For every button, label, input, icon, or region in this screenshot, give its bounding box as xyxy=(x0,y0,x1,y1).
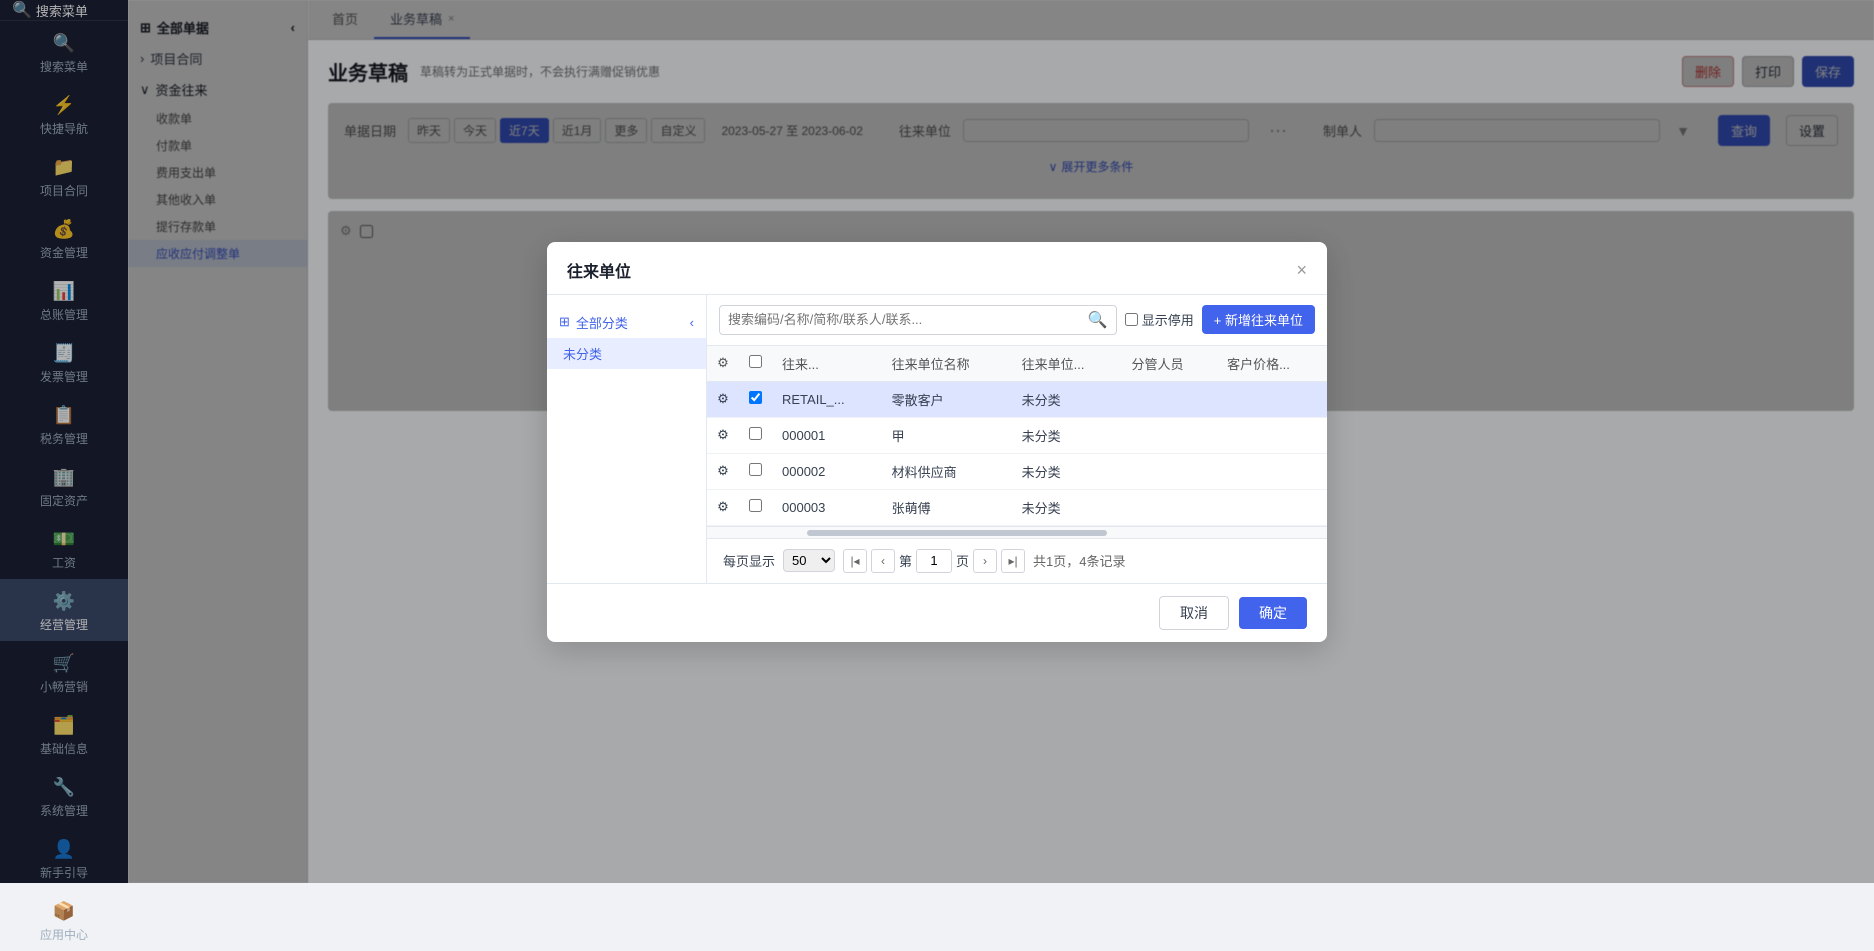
row-name: 张萌傅 xyxy=(882,489,1012,525)
next-page-btn[interactable]: › xyxy=(973,549,997,573)
add-partner-btn[interactable]: + 新增往来单位 xyxy=(1202,305,1315,334)
row-code: 000001 xyxy=(772,417,882,453)
grid-icon-modal: ⊞ xyxy=(559,314,570,330)
col-salesperson-header: 分管人员 xyxy=(1122,346,1218,382)
row-code: RETAIL_... xyxy=(772,381,882,417)
all-categories-btn[interactable]: ⊞ 全部分类 ‹ xyxy=(547,307,706,338)
row-name: 零散客户 xyxy=(882,381,1012,417)
partner-modal: 往来单位 × ⊞ 全部分类 ‹ 未分类 xyxy=(547,242,1327,642)
modal-body: ⊞ 全部分类 ‹ 未分类 🔍 显示停用 xyxy=(547,295,1327,583)
row-check[interactable] xyxy=(739,381,772,417)
row-salesperson xyxy=(1122,381,1218,417)
row-gear: ⚙ xyxy=(707,489,739,525)
page-nav: |◂ ‹ 第 页 › ▸| xyxy=(843,549,1025,573)
modal-close-btn[interactable]: × xyxy=(1296,261,1307,279)
table-row[interactable]: ⚙ 000001 甲 未分类 xyxy=(707,417,1327,453)
category-uncategorized[interactable]: 未分类 xyxy=(547,338,706,369)
col-pricelevel-header: 客户价格... xyxy=(1217,346,1327,382)
table-header-row: ⚙ 往来... 往来单位名称 往来单位... xyxy=(707,346,1327,382)
table-row[interactable]: ⚙ 000002 材料供应商 未分类 xyxy=(707,453,1327,489)
total-info: 共1页，4条记录 xyxy=(1033,551,1125,570)
table-scrollbar[interactable] xyxy=(707,526,1327,538)
row-category: 未分类 xyxy=(1012,417,1122,453)
show-disabled-label: 显示停用 xyxy=(1142,310,1194,329)
row-pricelevel xyxy=(1217,381,1327,417)
col-name-header: 往来单位名称 xyxy=(882,346,1012,382)
row-pricelevel xyxy=(1217,489,1327,525)
table-row[interactable]: ⚙ 000003 张萌傅 未分类 xyxy=(707,489,1327,525)
row-code: 000002 xyxy=(772,453,882,489)
last-page-btn[interactable]: ▸| xyxy=(1001,549,1025,573)
prev-page-btn[interactable]: ‹ xyxy=(871,549,895,573)
modal-header: 往来单位 × xyxy=(547,242,1327,295)
partner-search-input[interactable] xyxy=(728,312,1084,327)
partner-search-wrap: 🔍 xyxy=(719,305,1117,335)
row-salesperson xyxy=(1122,417,1218,453)
row-category: 未分类 xyxy=(1012,381,1122,417)
row-pricelevel xyxy=(1217,453,1327,489)
table-row[interactable]: ⚙ RETAIL_... 零散客户 未分类 xyxy=(707,381,1327,417)
confirm-btn[interactable]: 确定 xyxy=(1239,597,1307,629)
row-category: 未分类 xyxy=(1012,453,1122,489)
scroll-thumb xyxy=(807,530,1107,536)
page-label: 第 xyxy=(899,551,912,570)
row-code: 000003 xyxy=(772,489,882,525)
per-page-select[interactable]: 50 100 200 xyxy=(783,549,835,572)
modal-category-panel: ⊞ 全部分类 ‹ 未分类 xyxy=(547,295,707,583)
row-name: 材料供应商 xyxy=(882,453,1012,489)
col-gear: ⚙ xyxy=(707,346,739,382)
app-center-icon: 📦 xyxy=(53,901,75,922)
collapse-modal-left-btn[interactable]: ‹ xyxy=(690,315,694,330)
row-check[interactable] xyxy=(739,489,772,525)
show-disabled-wrap: 显示停用 xyxy=(1125,310,1194,329)
row-pricelevel xyxy=(1217,417,1327,453)
row-name: 甲 xyxy=(882,417,1012,453)
row-gear: ⚙ xyxy=(707,381,739,417)
row-gear: ⚙ xyxy=(707,453,739,489)
pagination: 每页显示 50 100 200 |◂ ‹ 第 页 › ▸| xyxy=(707,538,1327,583)
modal-title: 往来单位 xyxy=(567,258,631,282)
search-icon-modal: 🔍 xyxy=(1088,310,1108,330)
modal-backdrop: 往来单位 × ⊞ 全部分类 ‹ 未分类 xyxy=(0,0,1874,883)
modal-right-panel: 🔍 显示停用 + 新增往来单位 ⚙ xyxy=(707,295,1327,583)
sidebar-item-app-center[interactable]: 📦 应用中心 xyxy=(0,889,128,951)
col-code-header: 往来... xyxy=(772,346,882,382)
modal-footer: 取消 确定 xyxy=(547,583,1327,642)
page-num-input[interactable] xyxy=(916,549,952,573)
first-page-btn[interactable]: |◂ xyxy=(843,549,867,573)
page-of-label: 页 xyxy=(956,551,969,570)
row-check[interactable] xyxy=(739,453,772,489)
sidebar-label-app-center: 应用中心 xyxy=(40,926,88,943)
per-page-label: 每页显示 xyxy=(723,551,775,570)
cancel-btn[interactable]: 取消 xyxy=(1159,596,1229,630)
modal-search-bar: 🔍 显示停用 + 新增往来单位 xyxy=(707,295,1327,346)
col-check xyxy=(739,346,772,382)
row-check[interactable] xyxy=(739,417,772,453)
row-salesperson xyxy=(1122,489,1218,525)
row-salesperson xyxy=(1122,453,1218,489)
partner-table: ⚙ 往来... 往来单位名称 往来单位... xyxy=(707,346,1327,526)
row-category: 未分类 xyxy=(1012,489,1122,525)
select-all-modal[interactable] xyxy=(749,355,762,368)
col-category-header: 往来单位... xyxy=(1012,346,1122,382)
row-gear: ⚙ xyxy=(707,417,739,453)
show-disabled-checkbox[interactable] xyxy=(1125,313,1138,326)
